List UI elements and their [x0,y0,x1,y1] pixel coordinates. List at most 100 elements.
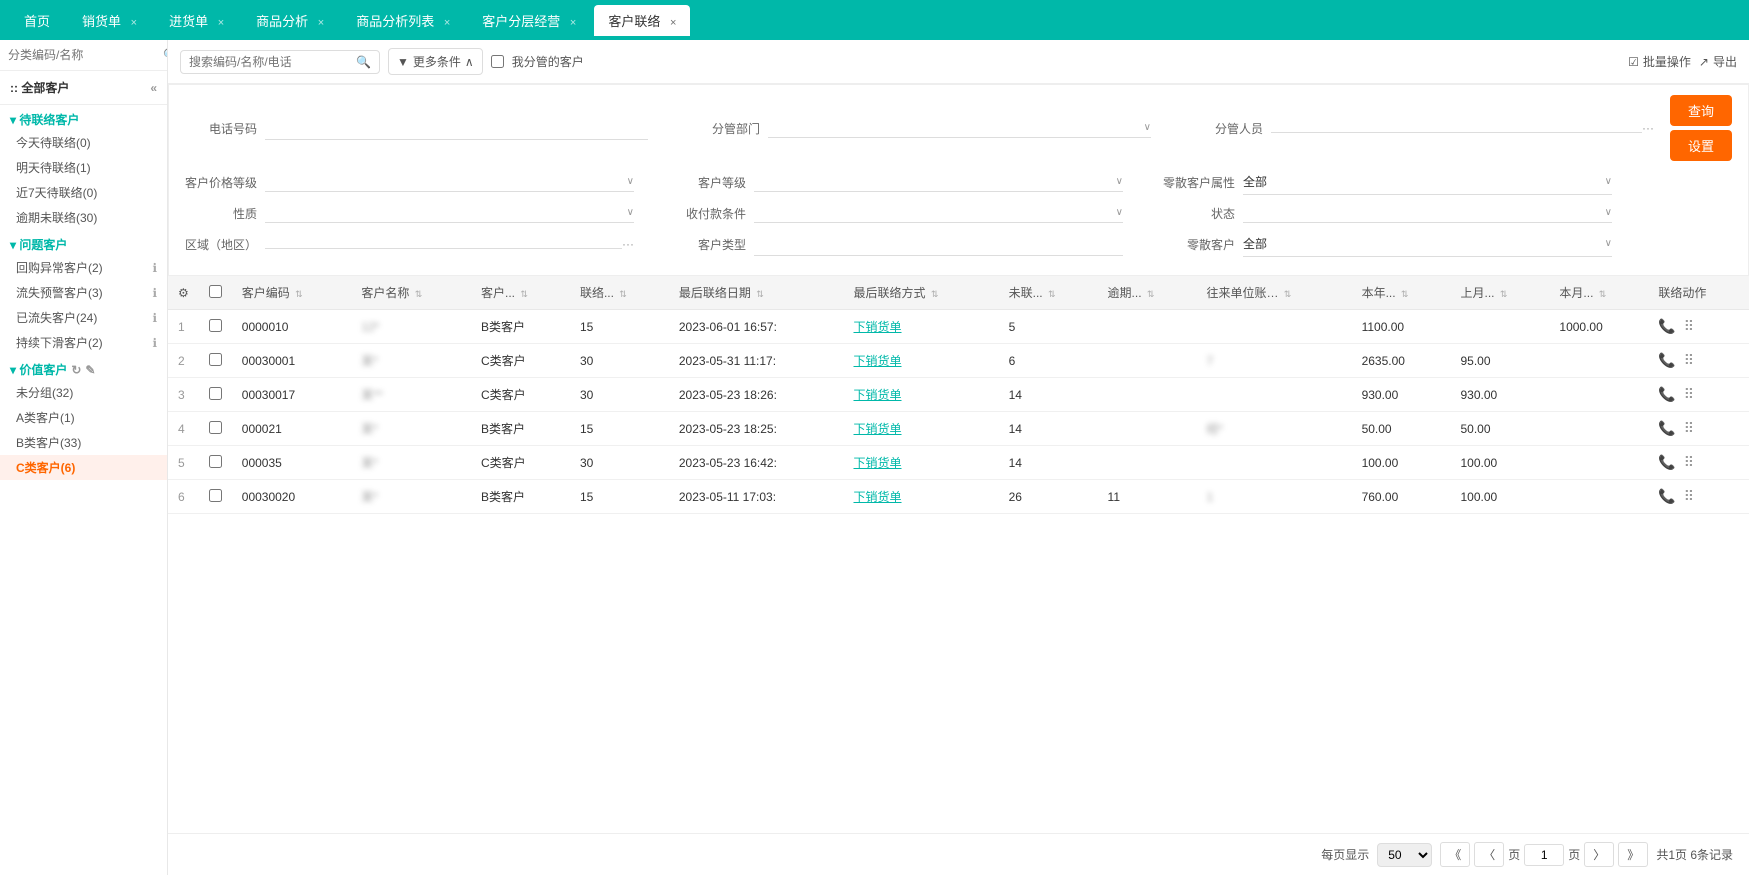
sidebar-item-c-class[interactable]: C类客户(6) [0,455,167,480]
row-checkbox[interactable] [209,489,222,502]
close-icon[interactable]: × [444,17,450,29]
sidebar-item-tomorrow[interactable]: 明天待联络(1) [0,155,167,180]
sidebar-item-today[interactable]: 今天待联络(0) [0,130,167,155]
sidebar-group-value-label[interactable]: ▾ 价值客户 ↻ ✎ [0,355,167,380]
cell-unit-amount: 经* [1196,412,1351,446]
sidebar-item-week[interactable]: 近7天待联络(0) [0,180,167,205]
sidebar-item-ungrouped[interactable]: 未分组(32) [0,380,167,405]
row-checkbox[interactable] [209,319,222,332]
row-checkbox[interactable] [209,421,222,434]
filter-select-status[interactable]: ∨ [1243,203,1612,223]
my-customers-checkbox[interactable]: 我分管的客户 [491,53,584,70]
sidebar-item-a-class[interactable]: A类客户(1) [0,405,167,430]
collapse-icon[interactable]: « [150,81,157,95]
more-action-icon[interactable]: ⠿ [1684,318,1694,335]
export-button[interactable]: ↗ 导出 [1699,53,1737,70]
nav-tab-home[interactable]: 首页 [10,5,64,36]
gear-icon[interactable]: ⚙ [178,286,189,300]
phone-icon[interactable]: 📞 [1658,420,1675,437]
sidebar-search-input[interactable] [8,48,163,62]
refresh-icon[interactable]: ↻ [71,363,81,377]
nav-tab-purchase[interactable]: 进货单 × [155,5,238,36]
last-page-button[interactable]: 》 [1618,842,1648,867]
page-input[interactable] [1524,844,1564,866]
filter-select-customer-tier[interactable]: ∨ [754,172,1123,192]
phone-icon[interactable]: 📞 [1658,488,1675,505]
contact-method-link[interactable]: 下销货单 [854,422,902,436]
phone-icon[interactable]: 📞 [1658,386,1675,403]
cell-name: 某* [351,446,471,480]
nav-tab-goods-analysis-list[interactable]: 商品分析列表 × [342,5,464,36]
sidebar-group-problem-label[interactable]: ▾ 问题客户 [0,230,167,255]
cell-last-contact-method: 下销货单 [844,446,999,480]
customer-name-blurred: 某** [361,386,382,403]
phone-icon[interactable]: 📞 [1658,352,1675,369]
edit-icon[interactable]: ✎ [85,363,95,377]
first-page-button[interactable]: 《 [1440,842,1470,867]
sort-icon: ⇅ [1048,289,1056,299]
next-page-button[interactable]: 〉 [1584,842,1614,867]
select-all-checkbox[interactable] [209,285,222,298]
close-icon[interactable]: × [318,17,324,29]
row-checkbox[interactable] [209,455,222,468]
prev-page-button[interactable]: 〈 [1474,842,1504,867]
customer-table: ⚙ 客户编码 ⇅ 客户名称 ⇅ 客户... ⇅ 联络... ⇅ 最后联络日期 ⇅… [168,276,1749,514]
dots-icon[interactable]: ··· [1642,121,1654,135]
filter-input-customer-type[interactable] [754,233,1123,256]
cell-contact: 15 [570,480,669,514]
my-customers-check[interactable] [491,55,504,68]
sidebar-item-overdue[interactable]: 逾期未联络(30) [0,205,167,230]
more-action-icon[interactable]: ⠿ [1684,420,1694,437]
sidebar-all[interactable]: :: 全部客户 « [0,71,167,105]
th-checkbox [199,276,232,310]
sidebar-group-pending-label[interactable]: ▾ 待联络客户 [0,105,167,130]
nav-tab-customer-contact[interactable]: 客户联络 × [594,5,690,36]
sidebar-item-continuous-down[interactable]: 持续下滑客户(2) ℹ [0,330,167,355]
phone-icon[interactable]: 📞 [1658,318,1675,335]
sidebar-item-repurchase[interactable]: 回购异常客户(2) ℹ [0,255,167,280]
cell-overdue [1098,344,1197,378]
close-icon[interactable]: × [218,17,224,29]
search-input[interactable] [189,55,356,69]
filter-select-price-tier[interactable]: ∨ [265,172,634,192]
sidebar-item-lost[interactable]: 已流失客户(24) ℹ [0,305,167,330]
query-button[interactable]: 查询 [1670,95,1732,126]
cell-name: 12* [351,310,471,344]
contact-method-link[interactable]: 下销货单 [854,456,902,470]
row-checkbox[interactable] [209,387,222,400]
filter-input-phone[interactable] [265,117,648,140]
dots-icon[interactable]: ··· [622,237,634,251]
sidebar-item-losing[interactable]: 流失预警客户(3) ℹ [0,280,167,305]
filter-select-payment[interactable]: ∨ [754,203,1123,223]
filter-select-nature[interactable]: ∨ [265,203,634,223]
setting-button[interactable]: 设置 [1670,130,1732,161]
filter-select-dept[interactable]: ∨ [768,118,1151,138]
nav-tab-goods-analysis[interactable]: 商品分析 × [242,5,338,36]
sort-icon: ⇅ [756,289,764,299]
row-checkbox[interactable] [209,353,222,366]
contact-method-link[interactable]: 下销货单 [854,320,902,334]
more-action-icon[interactable]: ⠿ [1684,386,1694,403]
page-size-select[interactable]: 50 20 100 [1377,843,1432,867]
more-filters-button[interactable]: ▼ 更多条件 ∧ [388,48,483,75]
more-action-icon[interactable]: ⠿ [1684,352,1694,369]
sidebar-item-b-class[interactable]: B类客户(33) [0,430,167,455]
close-icon[interactable]: × [131,17,137,29]
close-icon[interactable]: × [670,17,676,29]
filter-select-retail-customer[interactable]: 全部 ∨ [1243,231,1612,257]
more-action-icon[interactable]: ⠿ [1684,488,1694,505]
search-box[interactable]: 🔍 [180,50,380,74]
contact-method-link[interactable]: 下销货单 [854,354,902,368]
nav-tab-sales[interactable]: 销货单 × [68,5,151,36]
customer-name-blurred: 某* [361,352,378,369]
batch-op-button[interactable]: ☑ 批量操作 [1628,53,1691,70]
more-action-icon[interactable]: ⠿ [1684,454,1694,471]
close-icon[interactable]: × [570,17,576,29]
nav-tab-customer-tier[interactable]: 客户分层经营 × [468,5,590,36]
phone-icon[interactable]: 📞 [1658,454,1675,471]
search-icon[interactable]: 🔍 [356,55,371,69]
contact-method-link[interactable]: 下销货单 [854,388,902,402]
filter-select-retail-attr[interactable]: 全部 ∨ [1243,169,1612,195]
contact-method-link[interactable]: 下销货单 [854,490,902,504]
filter-label-nature: 性质 [185,205,265,222]
